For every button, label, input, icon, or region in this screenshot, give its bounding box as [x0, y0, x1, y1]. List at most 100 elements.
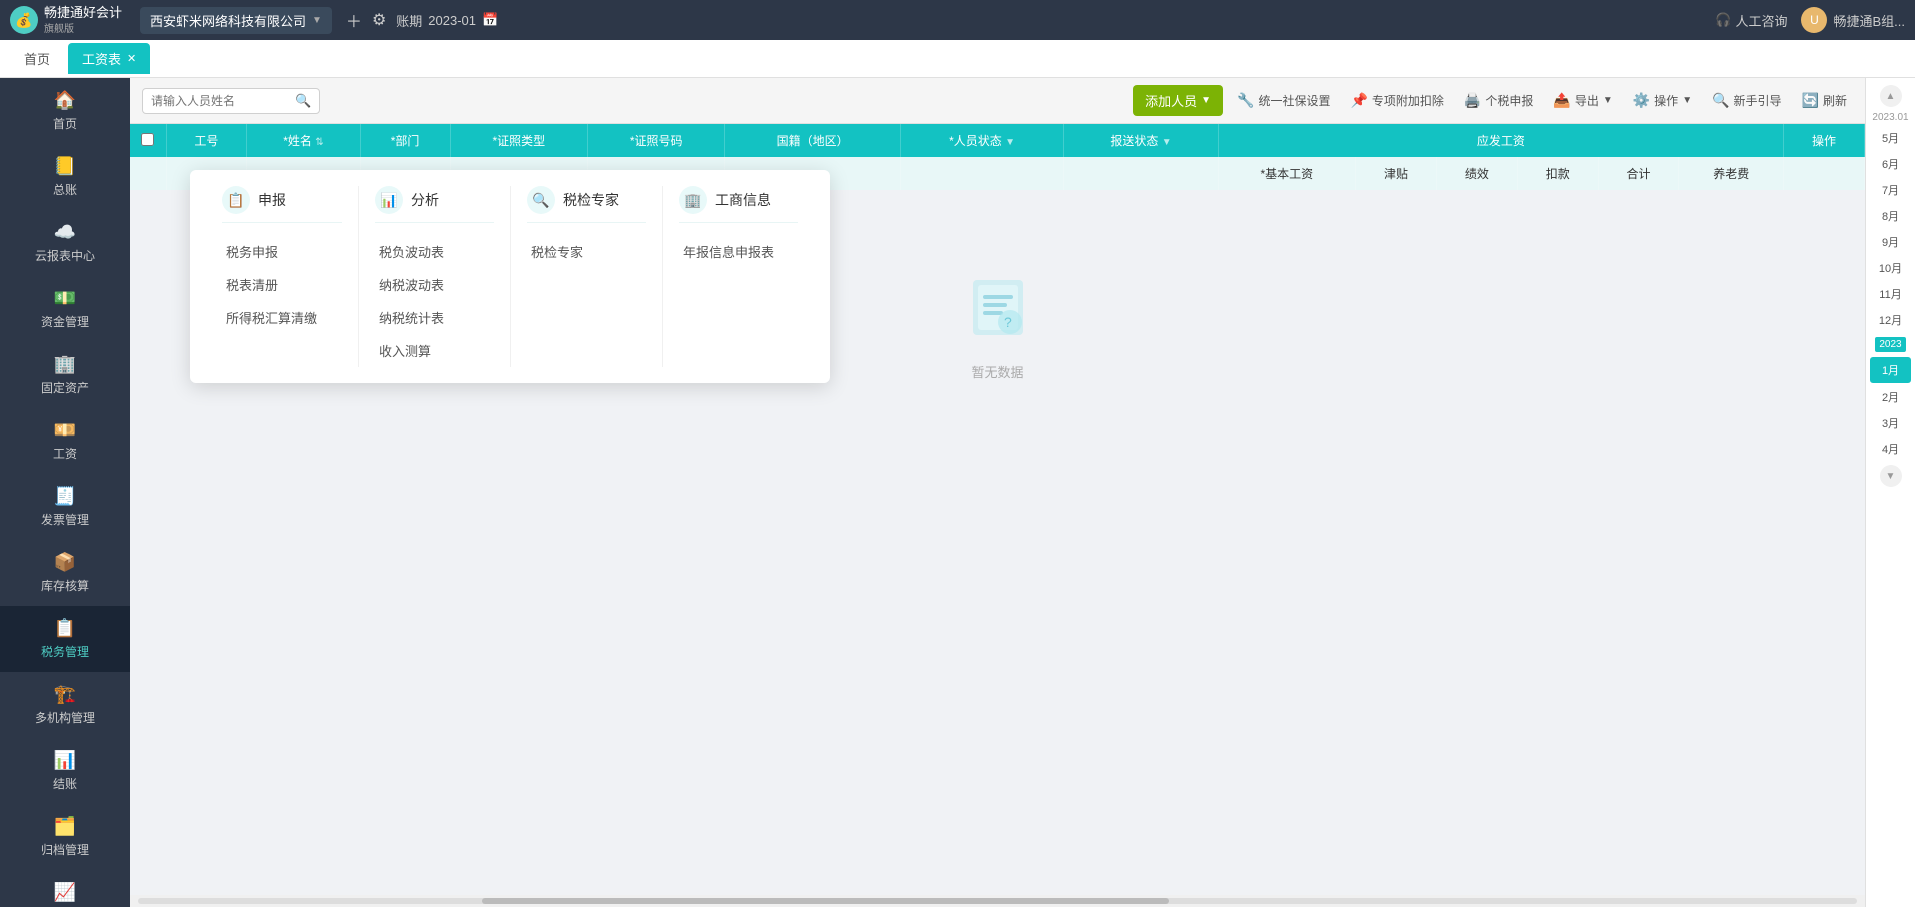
dropdown-overlay: 📋 申报 税务申报 税表清册 所得税汇算清缴 📊 分析 税负波动表 — [130, 170, 1865, 895]
col-status[interactable]: *人员状态 ▼ — [900, 124, 1064, 157]
special-deduction-button[interactable]: 📌 专项附加扣除 — [1344, 88, 1449, 113]
menu-section-tax-expert: 🔍 税检专家 税检专家 — [510, 186, 662, 367]
timeline-month-11[interactable]: 11月 — [1866, 281, 1915, 307]
settings-button[interactable]: ⚙ — [372, 10, 386, 30]
menu-item-tax-check[interactable]: 税检专家 — [527, 235, 646, 268]
timeline-up-button[interactable]: ▲ — [1880, 85, 1902, 107]
content-area: 🔍 添加人员 ▼ 🔧 统一社保设置 📌 专项附加扣除 🖨️ 个税申报 📤 导出 — [130, 78, 1865, 907]
timeline-month-3[interactable]: 3月 — [1866, 410, 1915, 436]
new-guide-button[interactable]: 🔍 新手引导 — [1706, 88, 1787, 113]
scrollbar-track[interactable] — [138, 898, 1857, 904]
menu-item-annual-report[interactable]: 年报信息申报表 — [679, 235, 798, 268]
chevron-down-icon: ▼ — [312, 15, 322, 26]
col-name[interactable]: *姓名 ⇅ — [247, 124, 360, 157]
menu-item-income-calc[interactable]: 收入测算 — [375, 334, 494, 367]
tab-close-icon[interactable]: ✕ — [127, 52, 136, 65]
sidebar-item-ledger[interactable]: 📒 总账 — [0, 144, 130, 210]
timeline-year-2023[interactable]: 2023 — [1875, 337, 1905, 352]
sidebar-item-asset[interactable]: 🏢 固定资产 — [0, 342, 130, 408]
tab-payroll[interactable]: 工资表 ✕ — [68, 43, 150, 74]
special-deduction-icon: 📌 — [1350, 92, 1367, 109]
sidebar: 🏠 首页 📒 总账 ☁️ 云报表中心 💵 资金管理 🏢 固定资产 💴 工资 🧾 … — [0, 78, 130, 907]
sidebar-item-invoice[interactable]: 🧾 发票管理 — [0, 474, 130, 540]
sidebar-item-archive[interactable]: 🗂️ 归档管理 — [0, 804, 130, 870]
operations-button[interactable]: ⚙️ 操作 ▼ — [1627, 88, 1698, 113]
personal-tax-button[interactable]: 🖨️ 个税申报 — [1458, 88, 1539, 113]
top-bar-actions: ＋ ⚙ — [346, 8, 386, 32]
menu-item-tax-declaration[interactable]: 税务申报 — [222, 235, 342, 268]
sidebar-item-inventory[interactable]: 📦 库存核算 — [0, 540, 130, 606]
invoice-icon: 🧾 — [54, 486, 76, 507]
scrollbar-thumb[interactable] — [482, 898, 1170, 904]
company-selector[interactable]: 西安虾米网络科技有限公司 ▼ — [140, 7, 332, 34]
sidebar-item-home[interactable]: 🏠 首页 — [0, 78, 130, 144]
sidebar-item-multi[interactable]: 🏗️ 多机构管理 — [0, 672, 130, 738]
special-deduction-label: 专项附加扣除 — [1372, 92, 1444, 109]
refresh-button[interactable]: 🔄 刷新 — [1796, 88, 1853, 113]
sidebar-item-payroll[interactable]: 💴 工资 — [0, 408, 130, 474]
sidebar-item-settle[interactable]: 📊 结账 — [0, 738, 130, 804]
add-company-button[interactable]: ＋ — [346, 8, 362, 32]
menu-item-income-tax-calc[interactable]: 所得税汇算清缴 — [222, 301, 342, 334]
menu-item-tax-form[interactable]: 税表清册 — [222, 268, 342, 301]
sidebar-item-cloud[interactable]: ☁️ 云报表中心 — [0, 210, 130, 276]
timeline-month-12[interactable]: 12月 — [1866, 307, 1915, 333]
menu-section-header-declaration: 📋 申报 — [222, 186, 342, 223]
calendar-icon[interactable]: 📅 — [482, 12, 498, 28]
declaration-section-icon: 📋 — [222, 186, 250, 214]
tax-expert-title: 税检专家 — [563, 190, 619, 210]
timeline-month-9[interactable]: 9月 — [1866, 229, 1915, 255]
user-area[interactable]: U 畅捷通B组... — [1801, 7, 1905, 33]
period-value: 2023-01 — [428, 13, 476, 28]
timeline-month-7[interactable]: 7月 — [1866, 177, 1915, 203]
timeline-month-10[interactable]: 10月 — [1866, 255, 1915, 281]
company-name: 西安虾米网络科技有限公司 — [150, 11, 306, 30]
tab-home[interactable]: 首页 — [10, 43, 64, 74]
service-button[interactable]: 🎧 人工咨询 — [1715, 11, 1787, 30]
menu-item-tax-payment-fluctuation[interactable]: 纳税波动表 — [375, 268, 494, 301]
sidebar-item-tax[interactable]: 📋 税务管理 — [0, 606, 130, 672]
menu-item-tax-fluctuation[interactable]: 税负波动表 — [375, 235, 494, 268]
col-idnum-label: *证照号码 — [630, 134, 683, 148]
add-employee-button[interactable]: 添加人员 ▼ — [1133, 85, 1223, 116]
search-input[interactable] — [151, 94, 291, 108]
timeline-month-1[interactable]: 1月 — [1870, 357, 1911, 383]
col-idnum: *证照号码 — [587, 124, 724, 157]
sidebar-item-report[interactable]: 📈 小畅报销 — [0, 870, 130, 907]
col-name-label: *姓名 — [283, 134, 312, 148]
top-bar: 💰 畅捷通好会计 旗舰版 西安虾米网络科技有限公司 ▼ ＋ ⚙ 账期 2023-… — [0, 0, 1915, 40]
export-button[interactable]: 📤 导出 ▼ — [1547, 88, 1618, 113]
col-report-status[interactable]: 报送状态 ▼ — [1064, 124, 1218, 157]
checkbox-all[interactable] — [141, 133, 154, 146]
menu-section-business: 🏢 工商信息 年报信息申报表 — [662, 186, 814, 367]
sidebar-label-fund: 资金管理 — [41, 313, 89, 330]
timeline-month-6[interactable]: 6月 — [1866, 151, 1915, 177]
report-icon: 📈 — [54, 882, 76, 903]
operations-label: 操作 — [1654, 92, 1678, 109]
search-box: 🔍 — [142, 88, 320, 114]
social-security-button[interactable]: 🔧 统一社保设置 — [1231, 88, 1336, 113]
col-region-label: 国籍（地区） — [777, 134, 849, 148]
app-name: 畅捷通好会计 — [44, 5, 122, 21]
inventory-icon: 📦 — [54, 552, 76, 573]
timeline-month-4[interactable]: 4月 — [1866, 436, 1915, 462]
col-idtype: *证照类型 — [450, 124, 587, 157]
sidebar-label-invoice: 发票管理 — [41, 511, 89, 528]
archive-icon: 🗂️ — [54, 816, 76, 837]
timeline-month-8[interactable]: 8月 — [1866, 203, 1915, 229]
business-section-icon: 🏢 — [679, 186, 707, 214]
menu-section-declaration: 📋 申报 税务申报 税表清册 所得税汇算清缴 — [206, 186, 358, 367]
export-label: 导出 — [1575, 92, 1599, 109]
right-timeline: ▲ 2023.01 5月 6月 7月 8月 9月 10月 11月 12月 202… — [1865, 78, 1915, 907]
table-container: 工号 *姓名 ⇅ *部门 *证照类型 *证照号码 — [130, 124, 1865, 895]
timeline-month-2[interactable]: 2月 — [1866, 384, 1915, 410]
tax-icon: 📋 — [54, 618, 76, 639]
menu-item-tax-statistics[interactable]: 纳税统计表 — [375, 301, 494, 334]
select-all-checkbox[interactable] — [130, 124, 166, 157]
toolbar: 🔍 添加人员 ▼ 🔧 统一社保设置 📌 专项附加扣除 🖨️ 个税申报 📤 导出 — [130, 78, 1865, 124]
sidebar-item-fund[interactable]: 💵 资金管理 — [0, 276, 130, 342]
col-region: 国籍（地区） — [725, 124, 901, 157]
timeline-down-button[interactable]: ▼ — [1880, 465, 1902, 487]
menu-section-header-tax-expert: 🔍 税检专家 — [527, 186, 646, 223]
timeline-month-5[interactable]: 5月 — [1866, 125, 1915, 151]
